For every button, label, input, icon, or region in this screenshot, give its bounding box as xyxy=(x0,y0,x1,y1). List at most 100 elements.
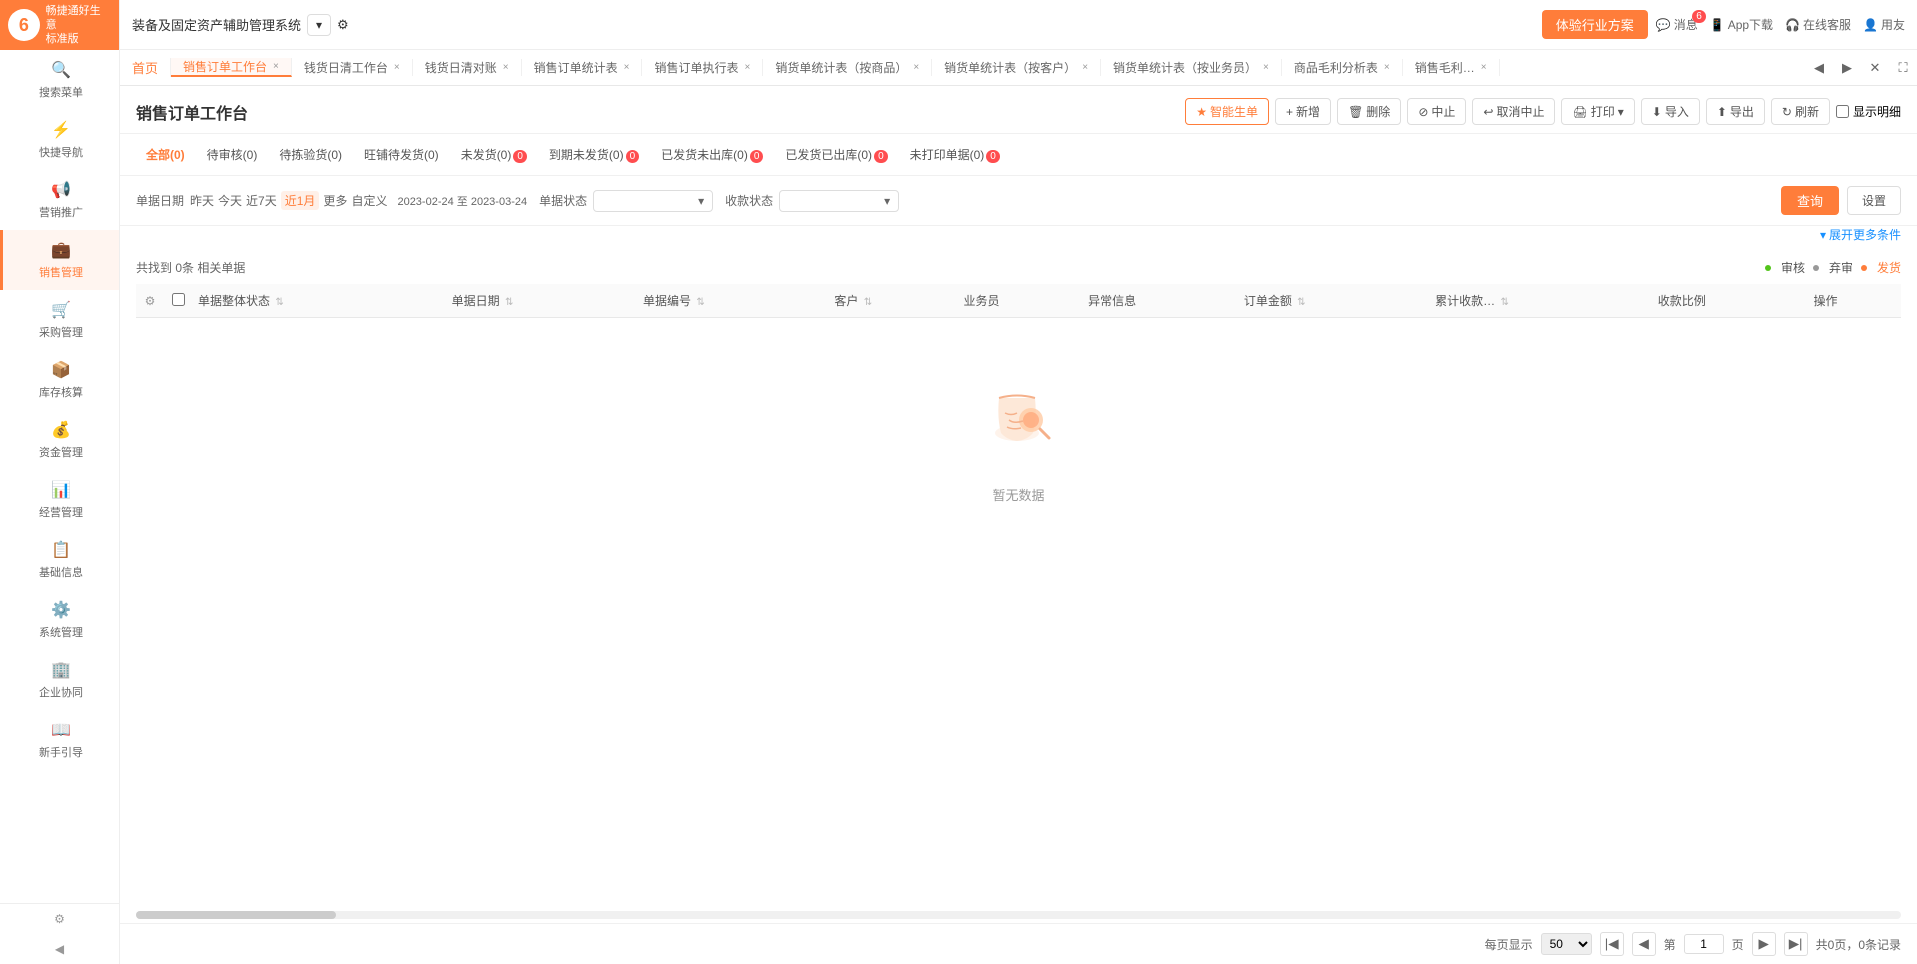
sidebar-item-basic[interactable]: 📋基础信息 xyxy=(0,530,119,590)
smart-create-btn[interactable]: ★ 智能生单 xyxy=(1185,98,1269,125)
export-btn[interactable]: ⬆ 导出 xyxy=(1706,98,1765,125)
sidebar-item-enterprise[interactable]: 🏢企业协同 xyxy=(0,650,119,710)
tab-1[interactable]: 销售订单工作台× xyxy=(171,58,292,77)
sidebar-item-purchase[interactable]: 🛒采购管理 xyxy=(0,290,119,350)
filter-tab-2[interactable]: 待拣验货(0) xyxy=(269,142,352,167)
page-number-input[interactable] xyxy=(1684,934,1724,954)
empty-state: 暂无数据 xyxy=(136,318,1901,564)
tab-7[interactable]: 销货单统计表（按客户）× xyxy=(932,59,1101,76)
tab-maximize-btn[interactable]: ⛶ xyxy=(1889,50,1917,86)
col-collected[interactable]: 累计收款… ⇅ xyxy=(1429,284,1652,318)
col-number[interactable]: 单据编号 ⇅ xyxy=(637,284,828,318)
filter-tab-4[interactable]: 未发货(0)0 xyxy=(451,142,537,167)
tab-close-2[interactable]: × xyxy=(394,62,400,73)
user-btn[interactable]: 👤 用友 xyxy=(1863,16,1905,33)
setting-btn[interactable]: 设置 xyxy=(1847,186,1901,215)
collection-select[interactable]: ▾ xyxy=(779,190,899,212)
gear-icon[interactable]: ⚙ xyxy=(337,17,349,33)
filter-tab-6[interactable]: 已发货未出库(0)0 xyxy=(651,142,773,167)
tab-2[interactable]: 钱货日清工作台× xyxy=(292,59,413,76)
sidebar-item-guide[interactable]: 📖新手引导 xyxy=(0,710,119,770)
first-page-btn[interactable]: |◀ xyxy=(1600,932,1624,956)
last-page-btn[interactable]: ▶| xyxy=(1784,932,1808,956)
sidebar-item-inventory[interactable]: 📦库存核算 xyxy=(0,350,119,410)
tab-prev-btn[interactable]: ◀ xyxy=(1805,50,1833,86)
page-inner: 销售订单工作台 ★ 智能生单 + 新增 🗑 删除 ⊘ xyxy=(120,86,1917,964)
tab-close-3[interactable]: × xyxy=(503,62,509,73)
page-header-actions: ★ 智能生单 + 新增 🗑 删除 ⊘ 中止 xyxy=(1185,98,1901,125)
filter-tab-7[interactable]: 已发货已出库(0)0 xyxy=(775,142,897,167)
filter-tab-5[interactable]: 到期未发货(0)0 xyxy=(539,142,649,167)
filter-tab-3[interactable]: 旺铺待发货(0) xyxy=(354,142,449,167)
query-btn[interactable]: 查询 xyxy=(1781,186,1839,215)
date-more[interactable]: 更多 xyxy=(323,192,347,209)
date-7days[interactable]: 近7天 xyxy=(246,192,277,209)
col-customer[interactable]: 客户 ⇅ xyxy=(828,284,957,318)
refresh-btn[interactable]: ↻ 刷新 xyxy=(1771,98,1830,125)
select-all-checkbox[interactable] xyxy=(172,293,185,306)
tab-close-10[interactable]: × xyxy=(1481,62,1487,73)
scrollbar-thumb[interactable] xyxy=(136,911,336,919)
date-1month[interactable]: 近1月 xyxy=(281,191,320,210)
add-btn[interactable]: + 新增 xyxy=(1275,98,1331,125)
sidebar-item-operations[interactable]: 📊经营管理 xyxy=(0,470,119,530)
tab-4[interactable]: 销售订单统计表× xyxy=(522,59,643,76)
col-amount[interactable]: 订单金额 ⇅ xyxy=(1238,284,1429,318)
sidebar-label-basic: 基础信息 xyxy=(39,564,83,580)
expand-conditions-btn[interactable]: ▾ 展开更多条件 xyxy=(1820,226,1901,243)
show-detail-checkbox[interactable] xyxy=(1836,105,1849,118)
ship-btn[interactable]: 发货 xyxy=(1877,259,1901,276)
date-yesterday[interactable]: 昨天 xyxy=(190,192,214,209)
print-btn[interactable]: 🖨 打印 ▾ xyxy=(1561,98,1634,125)
tab-close-6[interactable]: × xyxy=(913,62,919,73)
audit-btn[interactable]: 审核 xyxy=(1781,259,1805,276)
tab-close-8[interactable]: × xyxy=(1263,62,1269,73)
cancel-stop-btn[interactable]: ↩ 取消中止 xyxy=(1472,98,1555,125)
filter-tab-1[interactable]: 待审核(0) xyxy=(197,142,268,167)
delete-btn[interactable]: 🗑 删除 xyxy=(1337,98,1401,125)
tab-8[interactable]: 销货单统计表（按业务员）× xyxy=(1101,59,1282,76)
tab-3[interactable]: 钱货日清对账× xyxy=(413,59,522,76)
ship-dot xyxy=(1861,265,1867,271)
tab-close-all-btn[interactable]: ✕ xyxy=(1861,50,1889,86)
cancel-audit-btn[interactable]: 弃审 xyxy=(1829,259,1853,276)
next-page-btn[interactable]: ▶ xyxy=(1752,932,1776,956)
col-date[interactable]: 单据日期 ⇅ xyxy=(446,284,637,318)
tab-0[interactable]: 首页 xyxy=(120,58,171,77)
sidebar-item-system[interactable]: ⚙️系统管理 xyxy=(0,590,119,650)
settings-footer-btn[interactable]: ⚙ xyxy=(0,904,119,934)
tab-9[interactable]: 商品毛利分析表× xyxy=(1282,59,1403,76)
tab-close-7[interactable]: × xyxy=(1082,62,1088,73)
filter-tab-0[interactable]: 全部(0) xyxy=(136,142,195,167)
date-today[interactable]: 今天 xyxy=(218,192,242,209)
sidebar-item-marketing[interactable]: 📢营销推广 xyxy=(0,170,119,230)
status-select[interactable]: ▾ xyxy=(593,190,713,212)
tab-close-4[interactable]: × xyxy=(624,62,630,73)
page-size-select[interactable]: 50 10 20 100 xyxy=(1541,933,1592,955)
collapse-sidebar-btn[interactable]: ◀ xyxy=(0,934,119,964)
tab-close-9[interactable]: × xyxy=(1384,62,1390,73)
sidebar-item-shortcuts[interactable]: ⚡快捷导航 xyxy=(0,110,119,170)
sidebar-item-search[interactable]: 🔍搜索菜单 xyxy=(0,50,119,110)
system-dropdown[interactable]: ▾ xyxy=(307,14,331,36)
prev-page-btn[interactable]: ◀ xyxy=(1632,932,1656,956)
date-custom[interactable]: 自定义 xyxy=(351,192,387,209)
industry-solution-btn[interactable]: 体验行业方案 xyxy=(1542,10,1648,39)
sidebar-item-finance[interactable]: 💰资金管理 xyxy=(0,410,119,470)
message-btn[interactable]: 💬 消息 6 xyxy=(1656,16,1698,33)
show-detail-label[interactable]: 显示明细 xyxy=(1836,103,1901,120)
import-btn[interactable]: ⬇ 导入 xyxy=(1641,98,1700,125)
app-download-btn[interactable]: 📱 App下载 xyxy=(1710,16,1773,33)
online-service-btn[interactable]: 🎧 在线客服 xyxy=(1785,16,1851,33)
stop-btn[interactable]: ⊘ 中止 xyxy=(1407,98,1466,125)
tab-10[interactable]: 销售毛利…× xyxy=(1403,59,1500,76)
filter-tab-8[interactable]: 未打印单据(0)0 xyxy=(900,142,1010,167)
sidebar-item-sales[interactable]: 💼销售管理 xyxy=(0,230,119,290)
tab-6[interactable]: 销货单统计表（按商品）× xyxy=(763,59,932,76)
tab-5[interactable]: 销售订单执行表× xyxy=(642,59,763,76)
tab-close-5[interactable]: × xyxy=(744,62,750,73)
table-gear-col[interactable]: ⚙ xyxy=(136,284,164,318)
tab-next-btn[interactable]: ▶ xyxy=(1833,50,1861,86)
tab-close-1[interactable]: × xyxy=(273,61,279,72)
filter-badge-5: 0 xyxy=(626,150,640,163)
